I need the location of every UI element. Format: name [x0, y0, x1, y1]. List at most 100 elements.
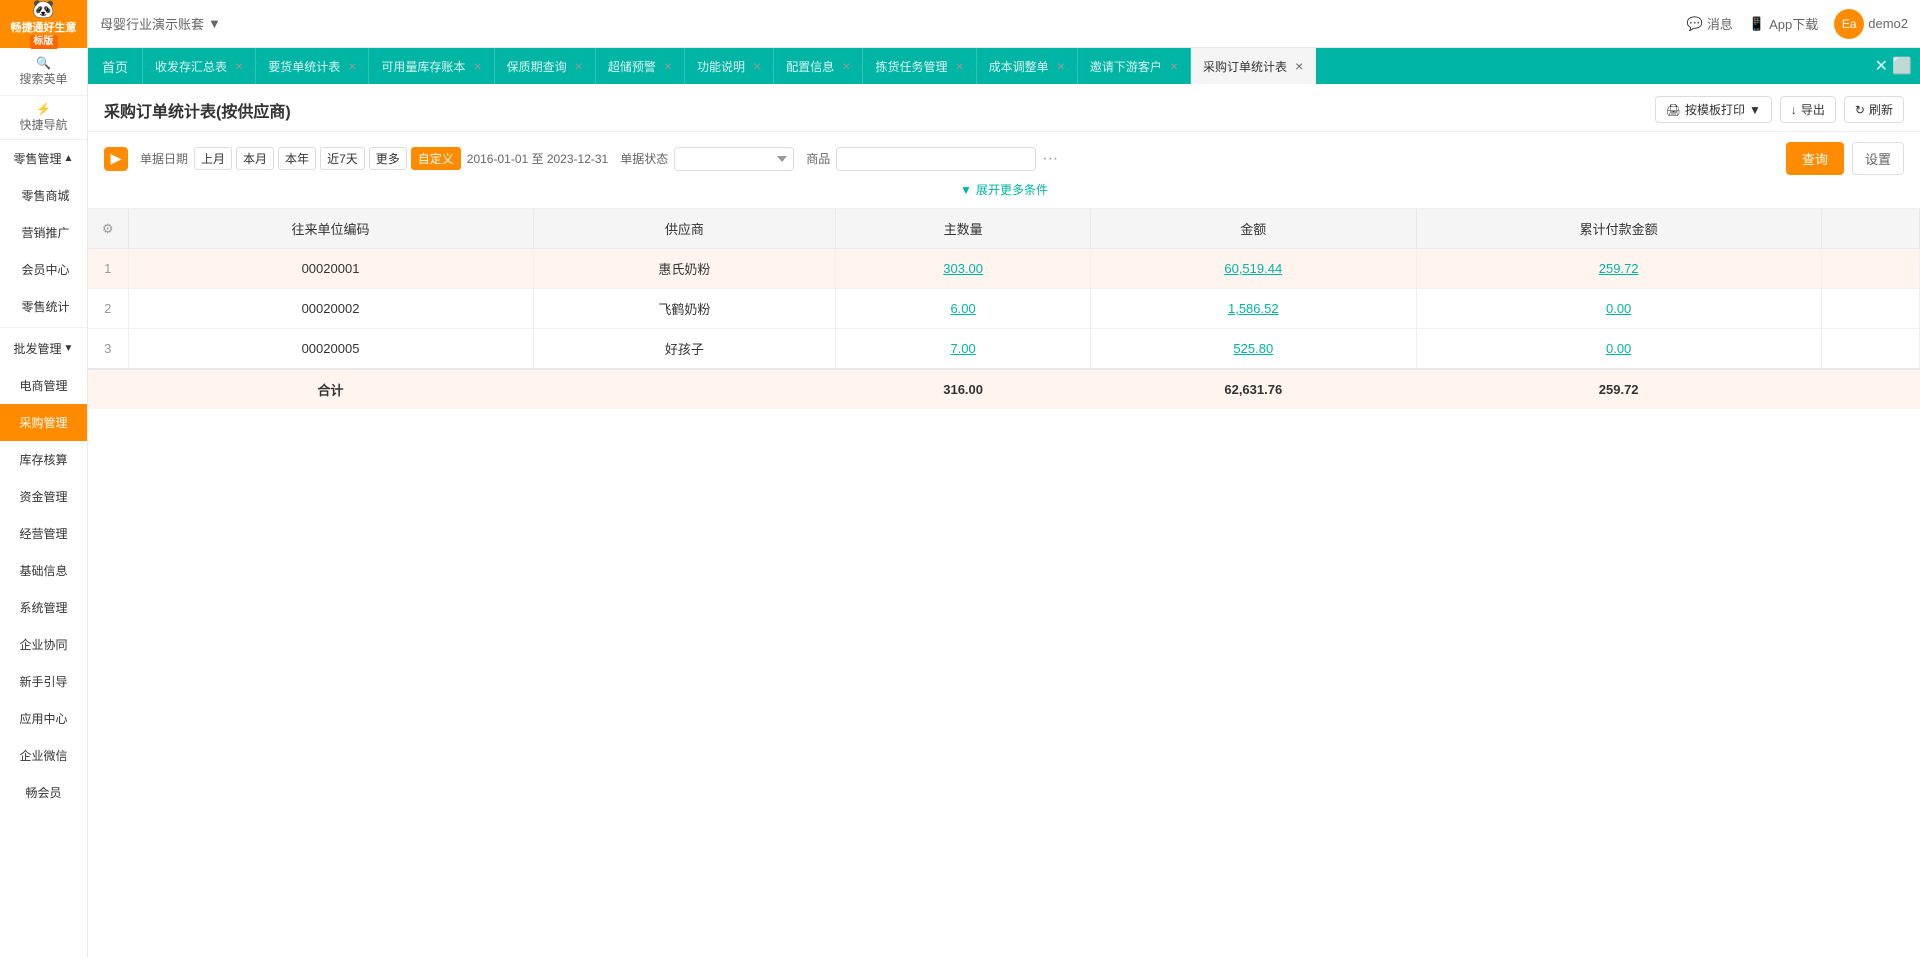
- tab-task-close-icon[interactable]: ×: [955, 58, 963, 74]
- row-2-extra: [1821, 289, 1919, 329]
- status-filter-label: 单据状态: [620, 150, 668, 167]
- tab-home[interactable]: 首页: [88, 48, 143, 84]
- tab-inventory[interactable]: 可用量库存账本 ×: [369, 48, 494, 84]
- col-settings[interactable]: ⚙: [88, 209, 128, 249]
- row-1-paid[interactable]: 259.72: [1416, 249, 1821, 289]
- tab-inventory-close-icon[interactable]: ×: [473, 58, 481, 74]
- row-1-amount[interactable]: 60,519.44: [1090, 249, 1416, 289]
- sidebar-item-ecommerce[interactable]: 电商管理: [0, 367, 87, 404]
- sidebar-search-label: 搜索英单: [6, 70, 81, 87]
- date-option-last-7-days[interactable]: 近7天: [320, 147, 365, 170]
- page-title: 采购订单统计表(按供应商): [104, 98, 291, 122]
- tab-func-desc-close-icon[interactable]: ×: [753, 58, 761, 74]
- top-bar-left: 母婴行业演示账套 ▼: [100, 14, 221, 33]
- sidebar-item-member2[interactable]: 畅会员: [0, 774, 87, 811]
- date-option-custom[interactable]: 自定义: [411, 147, 461, 170]
- goods-input[interactable]: [836, 147, 1036, 171]
- tab-task-label: 拣货任务管理: [875, 58, 947, 75]
- sidebar-item-basic[interactable]: 基础信息: [0, 552, 87, 589]
- refresh-button[interactable]: ↻ 刷新: [1844, 96, 1904, 123]
- retail-shop-label: 零售商城: [21, 187, 69, 204]
- table-row[interactable]: 2 00020002 飞鹤奶粉 6.00 1,586.52 0.00: [88, 289, 1920, 329]
- sidebar-item-search[interactable]: 🔍 搜索英单: [0, 48, 87, 96]
- page-actions: 🖨 按模板打印 ▼ ↓ 导出 ↻ 刷新: [1655, 96, 1904, 123]
- row-3-code: 00020005: [128, 329, 533, 370]
- sidebar-item-purchase[interactable]: 采购管理: [0, 404, 87, 441]
- tab-task[interactable]: 拣货任务管理 ×: [863, 48, 976, 84]
- date-option-more[interactable]: 更多: [369, 147, 407, 170]
- sidebar-item-guide[interactable]: 新手引导: [0, 663, 87, 700]
- row-3-amount[interactable]: 525.80: [1090, 329, 1416, 370]
- sidebar-item-operations[interactable]: 经营管理: [0, 515, 87, 552]
- footer-empty-3: [1821, 369, 1919, 409]
- tab-purchase-order-close-icon[interactable]: ×: [1295, 58, 1303, 74]
- app-logo: 🐼 畅捷通好生意 标版: [0, 0, 87, 48]
- expand-more-label: 展开更多条件: [976, 181, 1048, 198]
- date-option-this-year[interactable]: 本年: [278, 147, 316, 170]
- sidebar-item-finance[interactable]: 资金管理: [0, 478, 87, 515]
- sidebar-item-members[interactable]: 会员中心: [0, 251, 87, 288]
- tab-cost-close-icon[interactable]: ×: [1057, 58, 1065, 74]
- sidebar-item-retail[interactable]: 零售管理 ▲: [0, 140, 87, 177]
- expand-more-button[interactable]: ▼ 展开更多条件: [104, 181, 1904, 198]
- sidebar-item-retail-stats[interactable]: 零售统计: [0, 288, 87, 325]
- row-1-quantity[interactable]: 303.00: [836, 249, 1091, 289]
- avatar: Ea: [1834, 9, 1864, 39]
- sidebar-item-wholesale[interactable]: 批发管理 ▼: [0, 330, 87, 367]
- table-footer: 合计 316.00 62,631.76 259.72: [88, 369, 1920, 409]
- date-option-this-month[interactable]: 本月: [236, 147, 274, 170]
- template-print-button[interactable]: 🖨 按模板打印 ▼: [1655, 96, 1772, 123]
- table-row[interactable]: 1 00020001 惠氏奶粉 303.00 60,519.44 259.72: [88, 249, 1920, 289]
- sidebar-item-enterprise[interactable]: 企业协同: [0, 626, 87, 663]
- app-download-button[interactable]: 📱 App下载: [1749, 14, 1818, 33]
- row-2-quantity[interactable]: 6.00: [836, 289, 1091, 329]
- table-container: ⚙ 往来单位编码 供应商 主数量 金额 累计付款金额 1 00020001: [88, 209, 1920, 957]
- sidebar-item-inventory[interactable]: 库存核算: [0, 441, 87, 478]
- printer-icon: 🖨: [1666, 103, 1681, 117]
- row-3-paid[interactable]: 0.00: [1416, 329, 1821, 370]
- tab-purchase-stats[interactable]: 要货单统计表 ×: [256, 48, 369, 84]
- tab-close-all-button[interactable]: ✕: [1875, 56, 1888, 76]
- export-button[interactable]: ↓ 导出: [1780, 96, 1836, 123]
- guide-label: 新手引导: [19, 673, 67, 690]
- username: demo2: [1868, 16, 1908, 31]
- date-option-last-month[interactable]: 上月: [194, 147, 232, 170]
- tab-overstock[interactable]: 超储预警 ×: [596, 48, 685, 84]
- tab-receive[interactable]: 收发存汇总表 ×: [143, 48, 256, 84]
- sidebar: 🐼 畅捷通好生意 标版 🔍 搜索英单 ⚡ 快捷导航 零售管理 ▲ 零售商城 营销…: [0, 0, 88, 957]
- tab-config-label: 配置信息: [786, 58, 834, 75]
- tab-config[interactable]: 配置信息 ×: [774, 48, 863, 84]
- query-button[interactable]: 查询: [1786, 142, 1844, 175]
- tab-expiry[interactable]: 保质期查询 ×: [495, 48, 596, 84]
- sidebar-item-marketing[interactable]: 营销推广: [0, 214, 87, 251]
- tab-cost[interactable]: 成本调整单 ×: [977, 48, 1078, 84]
- sidebar-item-wechat[interactable]: 企业微信: [0, 737, 87, 774]
- settings-button[interactable]: 设置: [1852, 142, 1904, 175]
- tab-overstock-close-icon[interactable]: ×: [664, 58, 672, 74]
- col-extra: [1821, 209, 1919, 249]
- tab-config-close-icon[interactable]: ×: [842, 58, 850, 74]
- tab-invite-close-icon[interactable]: ×: [1170, 58, 1178, 74]
- row-3-quantity[interactable]: 7.00: [836, 329, 1091, 370]
- status-select[interactable]: [674, 147, 794, 171]
- tab-maximize-button[interactable]: ⬜: [1892, 56, 1912, 76]
- tab-expiry-close-icon[interactable]: ×: [575, 58, 583, 74]
- row-2-paid[interactable]: 0.00: [1416, 289, 1821, 329]
- tab-receive-close-icon[interactable]: ×: [235, 58, 243, 74]
- tab-func-desc[interactable]: 功能说明 ×: [685, 48, 774, 84]
- sidebar-item-retail-shop[interactable]: 零售商城: [0, 177, 87, 214]
- table-row[interactable]: 3 00020005 好孩子 7.00 525.80 0.00: [88, 329, 1920, 370]
- sidebar-item-app-center[interactable]: 应用中心: [0, 700, 87, 737]
- filter-toggle-button[interactable]: ▶: [104, 147, 128, 171]
- tab-invite[interactable]: 邀请下游客户 ×: [1078, 48, 1191, 84]
- tab-purchase-stats-close-icon[interactable]: ×: [348, 58, 356, 74]
- goods-input-more-icon[interactable]: ···: [1042, 150, 1058, 168]
- column-settings-icon[interactable]: ⚙: [102, 221, 114, 236]
- tab-purchase-order[interactable]: 采购订单统计表 ×: [1191, 48, 1316, 84]
- user-menu[interactable]: Ea demo2: [1834, 9, 1908, 39]
- workspace-selector[interactable]: 母婴行业演示账套 ▼: [100, 14, 221, 33]
- sidebar-item-system[interactable]: 系统管理: [0, 589, 87, 626]
- messages-button[interactable]: 💬 消息: [1687, 14, 1733, 33]
- row-2-amount[interactable]: 1,586.52: [1090, 289, 1416, 329]
- sidebar-item-quick-nav[interactable]: ⚡ 快捷导航: [0, 96, 87, 140]
